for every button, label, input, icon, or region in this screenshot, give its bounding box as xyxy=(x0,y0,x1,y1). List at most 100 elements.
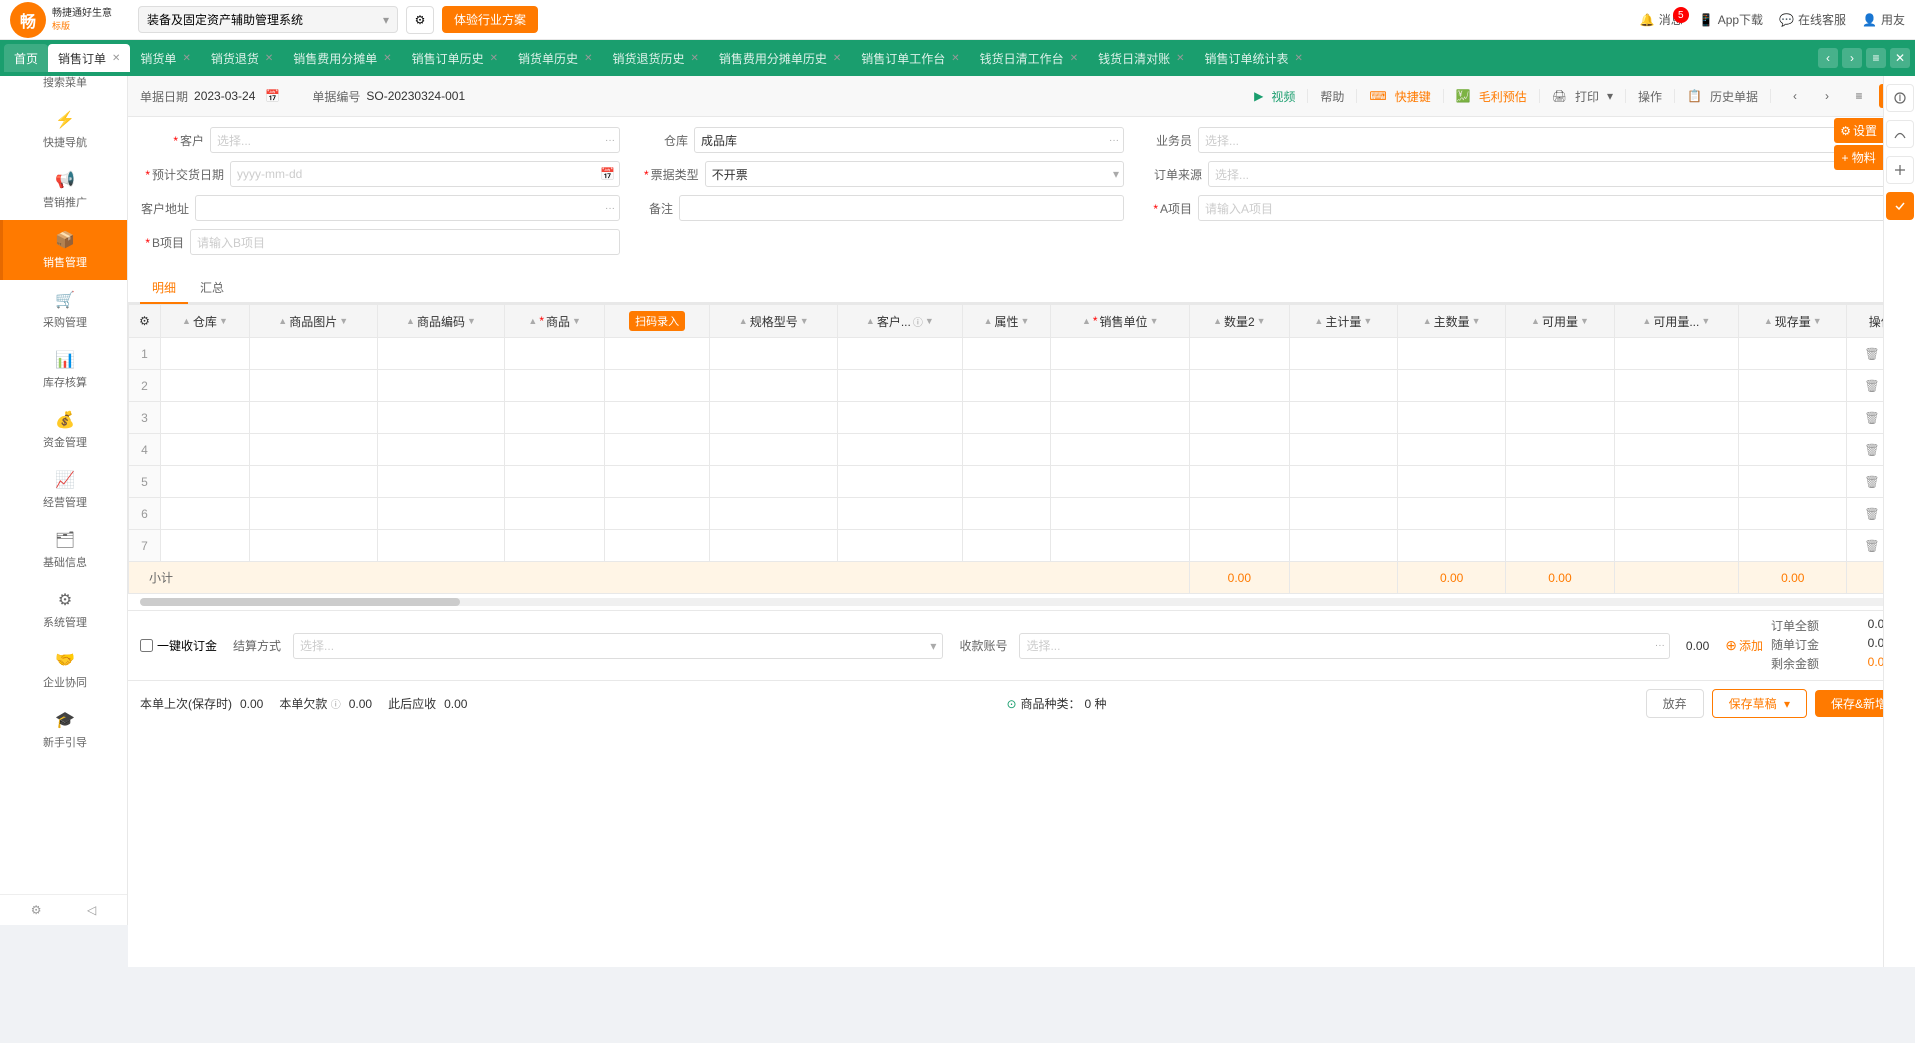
row4-product[interactable] xyxy=(505,434,605,466)
row3-product[interactable] xyxy=(505,402,605,434)
col-warehouse-sort-up[interactable]: ▲ xyxy=(182,316,191,326)
customer-dots-icon[interactable]: ··· xyxy=(605,135,615,146)
col-avail2-sort-down[interactable]: ▼ xyxy=(1701,316,1710,326)
row7-delete-icon[interactable]: 🗑 xyxy=(1864,539,1879,553)
tab-order-workbench-close[interactable]: ✕ xyxy=(951,53,959,64)
help-label[interactable]: 帮助 xyxy=(1320,88,1344,105)
right-panel-icon-2[interactable]: i xyxy=(1886,84,1914,112)
row7-main-qty[interactable] xyxy=(1397,530,1505,562)
account-dots-icon[interactable]: ··· xyxy=(1655,640,1665,651)
row6-product[interactable] xyxy=(505,498,605,530)
row7-current[interactable] xyxy=(1739,530,1847,562)
tab-order-workbench[interactable]: 销售订单工作台 ✕ xyxy=(851,44,969,72)
sidebar-settings-icon[interactable]: ⚙ xyxy=(31,903,42,917)
row5-code[interactable] xyxy=(377,466,505,498)
project-a-input[interactable]: 请输入A项目 xyxy=(1198,195,1903,221)
right-panel-icon-4[interactable] xyxy=(1886,156,1914,184)
row2-attribute[interactable] xyxy=(962,370,1051,402)
row7-available[interactable] xyxy=(1506,530,1614,562)
col-avail2-sort-up[interactable]: ▲ xyxy=(1642,316,1651,326)
address-dots-icon[interactable]: ··· xyxy=(605,203,615,214)
settlement-dropdown[interactable]: ▾ xyxy=(930,639,936,653)
sidebar-item-operations[interactable]: 📈 经营管理 xyxy=(0,460,127,520)
row6-main-unit[interactable] xyxy=(1289,498,1397,530)
settlement-input[interactable]: 选择... ▾ xyxy=(293,633,943,659)
row2-main-unit[interactable] xyxy=(1289,370,1397,402)
col-attribute-header[interactable]: ▲ 属性 ▼ xyxy=(962,305,1051,338)
col-scan-header[interactable]: 扫码录入 xyxy=(605,305,710,338)
row7-product[interactable] xyxy=(505,530,605,562)
row7-qty2[interactable] xyxy=(1190,530,1290,562)
row2-available[interactable] xyxy=(1506,370,1614,402)
row1-current[interactable] xyxy=(1739,338,1847,370)
row1-product[interactable] xyxy=(505,338,605,370)
row2-qty2[interactable] xyxy=(1190,370,1290,402)
nav-prev-btn[interactable]: ‹ xyxy=(1783,84,1807,108)
remark-input[interactable] xyxy=(679,195,1124,221)
row7-custcode[interactable] xyxy=(838,530,963,562)
tab-goods-history[interactable]: 销货单历史 ✕ xyxy=(508,44,602,72)
row6-spec[interactable] xyxy=(710,498,838,530)
row7-code[interactable] xyxy=(377,530,505,562)
tab-sales-return[interactable]: 销货退货 ✕ xyxy=(201,44,283,72)
row4-unit[interactable] xyxy=(1051,434,1190,466)
row2-spec[interactable] xyxy=(710,370,838,402)
row6-attribute[interactable] xyxy=(962,498,1051,530)
col-spec-sort-down[interactable]: ▼ xyxy=(800,316,809,326)
tab-sales-fee[interactable]: 销售费用分摊单 ✕ xyxy=(283,44,401,72)
tab-sales-order-close[interactable]: ✕ xyxy=(112,53,120,64)
row6-code[interactable] xyxy=(377,498,505,530)
row7-spec[interactable] xyxy=(710,530,838,562)
row5-available[interactable] xyxy=(1506,466,1614,498)
row5-qty2[interactable] xyxy=(1190,466,1290,498)
row1-attribute[interactable] xyxy=(962,338,1051,370)
user-item[interactable]: 👤 用友 xyxy=(1862,11,1905,28)
col-current-sort-up[interactable]: ▲ xyxy=(1764,316,1773,326)
row3-available2[interactable] xyxy=(1614,402,1739,434)
delivery-input[interactable]: yyyy-mm-dd 📅 xyxy=(230,161,620,187)
view-toggle-btn[interactable]: ≡ xyxy=(1847,84,1871,108)
one-click-checkbox[interactable] xyxy=(140,639,153,652)
row3-unit[interactable] xyxy=(1051,402,1190,434)
row5-attribute[interactable] xyxy=(962,466,1051,498)
row1-qty2[interactable] xyxy=(1190,338,1290,370)
print-label[interactable]: 打印 xyxy=(1575,88,1599,105)
tab-home[interactable]: 首页 xyxy=(4,44,48,72)
notification-item[interactable]: 🔔 消息 5 xyxy=(1640,11,1683,28)
row6-warehouse[interactable] xyxy=(161,498,250,530)
tab-sales-goods-close[interactable]: ✕ xyxy=(182,53,190,64)
row7-main-unit[interactable] xyxy=(1289,530,1397,562)
row1-spec[interactable] xyxy=(710,338,838,370)
col-image-sort-down[interactable]: ▼ xyxy=(339,316,348,326)
set-float-btn[interactable]: ⚙ 设置 xyxy=(1834,118,1883,143)
salesperson-input[interactable]: 选择... ··· xyxy=(1198,127,1903,153)
sidebar-item-finance[interactable]: 💰 资金管理 xyxy=(0,400,127,460)
col-custcode-help-icon[interactable]: ⓘ xyxy=(913,314,923,329)
row3-attribute[interactable] xyxy=(962,402,1051,434)
row1-available[interactable] xyxy=(1506,338,1614,370)
row3-spec[interactable] xyxy=(710,402,838,434)
col-unit-sort-up[interactable]: ▲ xyxy=(1082,316,1091,326)
row2-code[interactable] xyxy=(377,370,505,402)
sidebar-item-purchase[interactable]: 🛒 采购管理 xyxy=(0,280,127,340)
col-unit-sort-down[interactable]: ▼ xyxy=(1150,316,1159,326)
col-settings-header[interactable]: ⚙ xyxy=(129,305,161,338)
col-attr-sort-up[interactable]: ▲ xyxy=(984,316,993,326)
row6-qty2[interactable] xyxy=(1190,498,1290,530)
row5-unit[interactable] xyxy=(1051,466,1190,498)
row6-current[interactable] xyxy=(1739,498,1847,530)
row1-main-unit[interactable] xyxy=(1289,338,1397,370)
app-download-item[interactable]: 📱 App下载 xyxy=(1699,11,1763,28)
sidebar-collapse-icon[interactable]: ◁ xyxy=(87,903,96,917)
sidebar-item-guide[interactable]: 🎓 新手引导 xyxy=(0,700,127,760)
tab-summary[interactable]: 汇总 xyxy=(188,273,236,304)
row1-custcode[interactable] xyxy=(838,338,963,370)
col-code-sort-down[interactable]: ▼ xyxy=(467,316,476,326)
tab-daily-reconcile[interactable]: 钱货日清对账 ✕ xyxy=(1088,44,1194,72)
col-qty2-header[interactable]: ▲ 数量2 ▼ xyxy=(1190,305,1290,338)
save-draft-btn[interactable]: 保存草稿 ▾ xyxy=(1712,689,1807,718)
history-label[interactable]: 历史单据 xyxy=(1710,88,1758,105)
col-mainunit-sort-down[interactable]: ▼ xyxy=(1363,316,1372,326)
row5-image[interactable] xyxy=(249,466,377,498)
col-available2-header[interactable]: ▲ 可用量... ▼ xyxy=(1614,305,1739,338)
